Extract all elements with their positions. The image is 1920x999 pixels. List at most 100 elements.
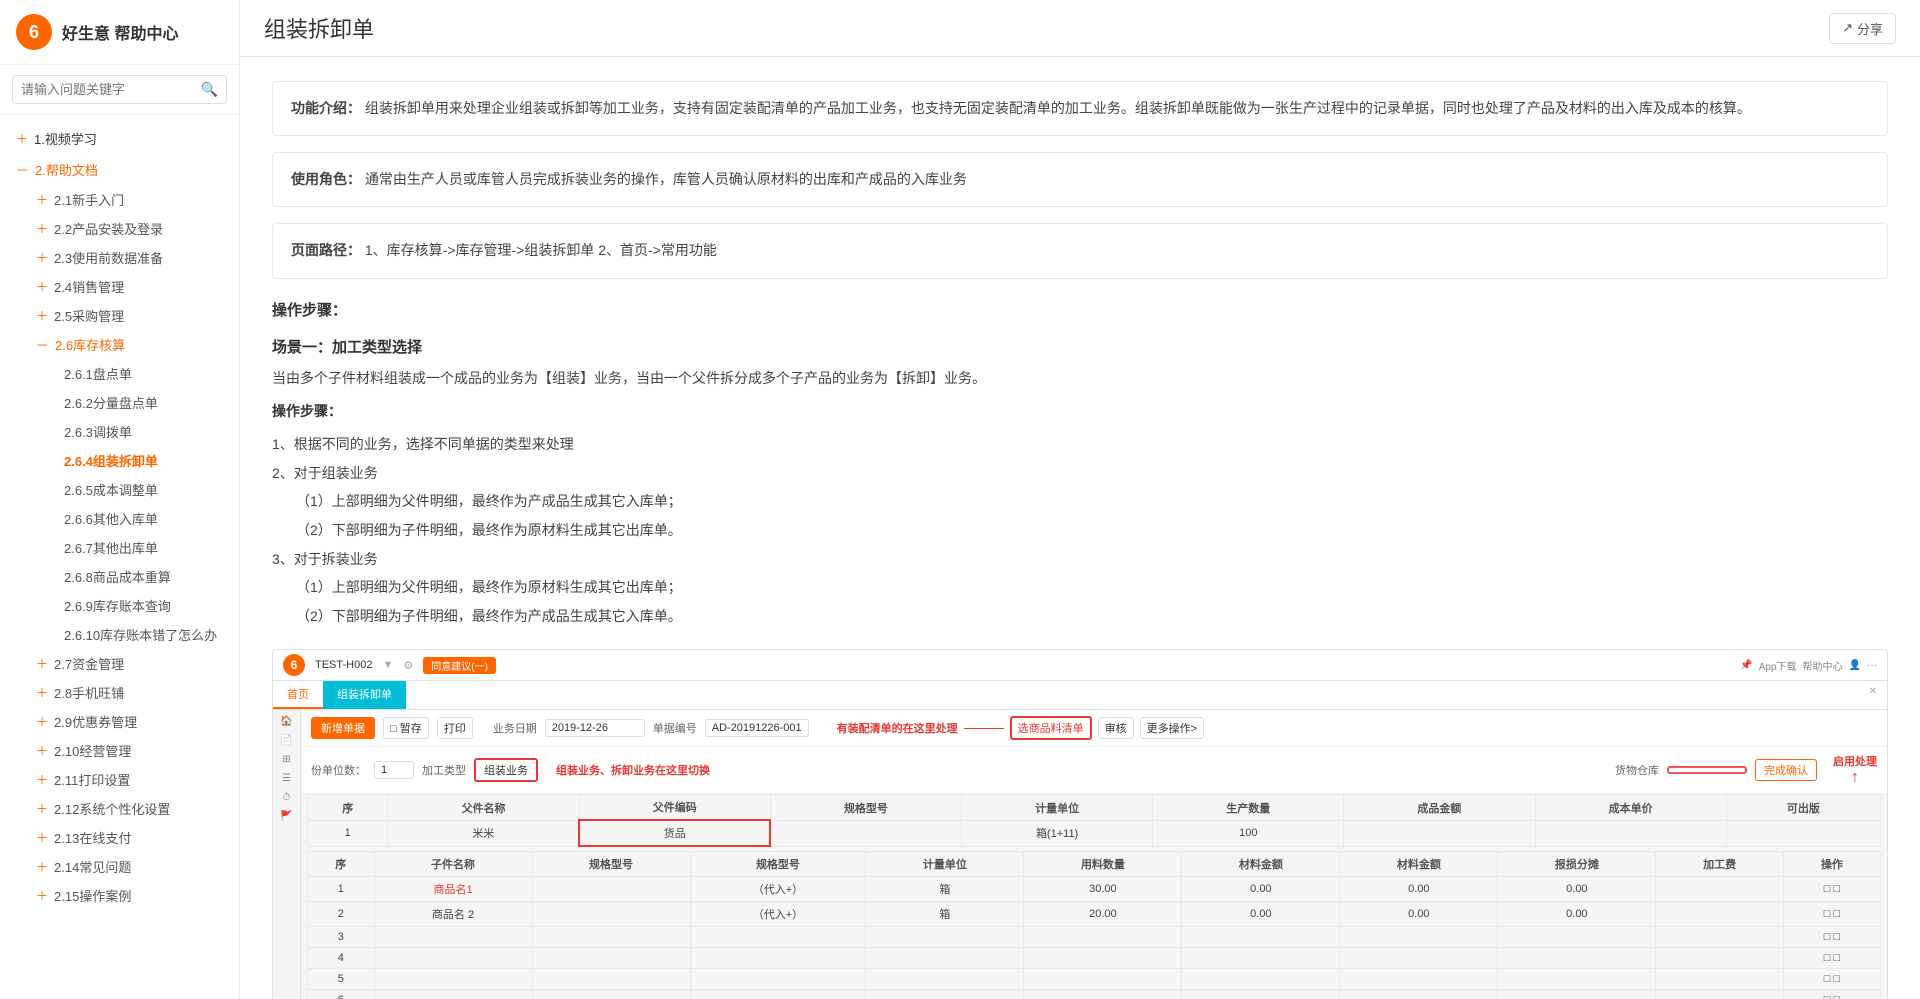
sidebar-item-stock-count[interactable]: 2.6.1盘点单 <box>56 359 239 388</box>
sidebar-item-online-pay[interactable]: ＋ 2.13在线支付 <box>28 823 239 852</box>
scene1-desc: 当由多个子件材料组装成一个成品的业务为【组装】业务，当由一个父件拆分成多个子产品… <box>272 365 1888 392</box>
sidebar-item-biz[interactable]: ＋ 2.10经营管理 <box>28 736 239 765</box>
sidebar-item-print[interactable]: ＋ 2.11打印设置 <box>28 765 239 794</box>
mock-action-btn[interactable]: 审核 <box>1098 717 1134 739</box>
td2-fee <box>1656 877 1784 902</box>
role-text: 通常由生产人员或库管人员完成拆装业务的操作，库管人员确认原材料的出库和产成品的入… <box>365 171 967 187</box>
sidebar-item-docs[interactable]: － 2.帮助文档 <box>0 154 239 185</box>
td2-mat-amt: 0.00 <box>1182 877 1340 902</box>
table-row: 4□ □ <box>308 948 1881 969</box>
plus-icon: ＋ <box>36 771 48 788</box>
mock-app-store-icon: App下载 <box>1759 658 1797 673</box>
sidebar-item-faq[interactable]: ＋ 2.14常见问题 <box>28 852 239 881</box>
td2-fee2 <box>1656 902 1784 927</box>
sidebar-item-other-out[interactable]: 2.6.7其他出库单 <box>56 533 239 562</box>
th2-unit: 计量单位 <box>866 852 1024 877</box>
th2-mat-amount: 材料金额 <box>1182 852 1340 877</box>
sidebar-item-data[interactable]: ＋ 2.3使用前数据准备 <box>28 243 239 272</box>
path-label: 页面路径： <box>291 242 361 258</box>
th-unit: 计量单位 <box>962 795 1153 821</box>
td2-usage2: 20.00 <box>1024 902 1182 927</box>
mock-count-input[interactable]: 1 <box>374 761 414 779</box>
sidebar-item-assembly[interactable]: 2.6.4组装拆卸单 <box>56 446 239 475</box>
td-unit-cost <box>1535 820 1726 846</box>
td2-ops: □ □ <box>1783 877 1880 902</box>
step-list: 1、根据不同的业务，选择不同单据的类型来处理 2、对于组装业务 （1）上部明细为… <box>272 431 1888 629</box>
mock-upper-table: 序 父件名称 父件编码 规格型号 计量单位 生产数量 成品金额 成本单价 可出版 <box>307 794 1881 847</box>
td2-mat-amt2: 0.00 <box>1340 877 1498 902</box>
mock-dots-icon: ··· <box>1867 660 1877 671</box>
sidebar-label-video: 1.视频学习 <box>34 129 97 148</box>
content-area: 功能介绍： 组装拆卸单用来处理企业组装或拆卸等加工业务，支持有固定装配清单的产品… <box>240 57 1920 999</box>
mock-confirm-btn[interactable]: 完成确认 <box>1755 759 1817 781</box>
sidebar-item-video[interactable]: ＋ 1.视频学习 <box>0 123 239 154</box>
mock-new-btn[interactable]: 新增单据 <box>311 717 375 739</box>
sidebar-item-cost-recalc[interactable]: 2.6.8商品成本重算 <box>56 562 239 591</box>
mock-app-icons: 📌 App下载 帮助中心 👤 ··· <box>1740 658 1877 673</box>
th2-spec2: 规格型号 <box>690 852 866 877</box>
share-button[interactable]: ↗ 分享 <box>1829 13 1896 44</box>
sidebar-item-stock-query[interactable]: 2.6.9库存账本查询 <box>56 591 239 620</box>
th-unit-cost: 成本单价 <box>1535 795 1726 821</box>
mock-count-label: 份单位数： <box>311 762 366 778</box>
sidebar-item-inventory[interactable]: － 2.6库存核算 <box>28 330 239 359</box>
mock-print-btn[interactable]: 打印 <box>437 717 473 739</box>
mock-topbar-btn[interactable]: 同意建议(一) <box>423 657 496 674</box>
sidebar-item-install[interactable]: ＋ 2.2产品安装及登录 <box>28 214 239 243</box>
role-block: 使用角色： 通常由生产人员或库管人员完成拆装业务的操作，库管人员确认原材料的出库… <box>272 152 1888 207</box>
annotation1-btn[interactable]: 选商品料清单 <box>1010 716 1092 740</box>
sidebar-item-newbie[interactable]: ＋ 2.1新手入门 <box>28 185 239 214</box>
mock-close-icon[interactable]: ✕ <box>1859 681 1887 709</box>
mock-tab-assembly[interactable]: 组装拆卸单 <box>323 681 406 709</box>
plus-icon: ＋ <box>36 800 48 817</box>
mock-date-input[interactable]: 2019-12-26 <box>545 719 645 737</box>
mock-warehouse-input[interactable] <box>1667 766 1747 774</box>
mock-logo: 6 <box>283 654 305 676</box>
sidebar-item-account-err[interactable]: 2.6.10库存账本错了怎么办 <box>56 620 239 649</box>
th-parent-code: 父件编码 <box>579 795 770 821</box>
sidebar-label-docs: 2.帮助文档 <box>35 160 98 179</box>
sidebar-item-cash[interactable]: ＋ 2.7资金管理 <box>28 649 239 678</box>
annotation1-line <box>964 728 1004 729</box>
mock-more-btn[interactable]: 更多操作> <box>1140 717 1204 739</box>
mock-order-label: 单据编号 <box>653 720 697 736</box>
td-parent-code[interactable]: 货品 <box>579 820 770 846</box>
td2-spec2: （代入+） <box>690 877 866 902</box>
td2-seq: 1 <box>308 877 375 902</box>
search-icon[interactable]: 🔍 <box>201 81 218 98</box>
sidebar-item-cost-adjust[interactable]: 2.6.5成本调整单 <box>56 475 239 504</box>
mock-flag-icon: 🚩 <box>280 811 292 822</box>
sidebar-item-partial-count[interactable]: 2.6.2分量盘点单 <box>56 388 239 417</box>
sidebar-item-custom[interactable]: ＋ 2.12系统个性化设置 <box>28 794 239 823</box>
mock-nav-tabs: 首页 组装拆卸单 ✕ <box>273 681 1887 710</box>
mock-order-input[interactable]: AD-20191226-001 <box>705 719 809 737</box>
th2-mat-amount2: 材料金额 <box>1340 852 1498 877</box>
sidebar-item-sales[interactable]: ＋ 2.4销售管理 <box>28 272 239 301</box>
plus-icon: ＋ <box>16 130 28 147</box>
th2-loss: 报损分摊 <box>1498 852 1656 877</box>
search-input[interactable] <box>21 82 201 97</box>
plus-icon: ＋ <box>36 191 48 208</box>
sidebar-item-other-in[interactable]: 2.6.6其他入库单 <box>56 504 239 533</box>
td2-usage: 30.00 <box>1024 877 1182 902</box>
td2-loss2: 0.00 <box>1498 902 1656 927</box>
sidebar-item-mobile[interactable]: ＋ 2.8手机旺铺 <box>28 678 239 707</box>
sidebar-item-adjust[interactable]: 2.6.3调拨单 <box>56 417 239 446</box>
table-row: 6□ □ <box>308 990 1881 999</box>
sidebar-item-coupon[interactable]: ＋ 2.9优惠券管理 <box>28 707 239 736</box>
plus-icon: ＋ <box>36 713 48 730</box>
search-input-wrap[interactable]: 🔍 <box>12 75 227 104</box>
plus-icon: ＋ <box>36 742 48 759</box>
sidebar-item-cases[interactable]: ＋ 2.15操作案例 <box>28 881 239 910</box>
mock-sidebar-left: 🏠 📄 ⊞ ☰ ⏱ 🚩 新增单据 □ 暂存 打印 业务日期 <box>273 710 1887 999</box>
role-label: 使用角色： <box>291 171 361 187</box>
mock-tab-home[interactable]: 首页 <box>273 681 323 709</box>
th-spec: 规格型号 <box>770 795 961 821</box>
td-amount <box>1344 820 1535 846</box>
td-qty: 100 <box>1153 820 1344 846</box>
plus-icon: ＋ <box>36 307 48 324</box>
mock-save-btn[interactable]: □ 暂存 <box>383 717 429 739</box>
sidebar-item-purchase[interactable]: ＋ 2.5采购管理 <box>28 301 239 330</box>
mock-type-select[interactable]: 组装业务 <box>474 758 538 782</box>
step3: 3、对于拆装业务 <box>272 546 1888 573</box>
